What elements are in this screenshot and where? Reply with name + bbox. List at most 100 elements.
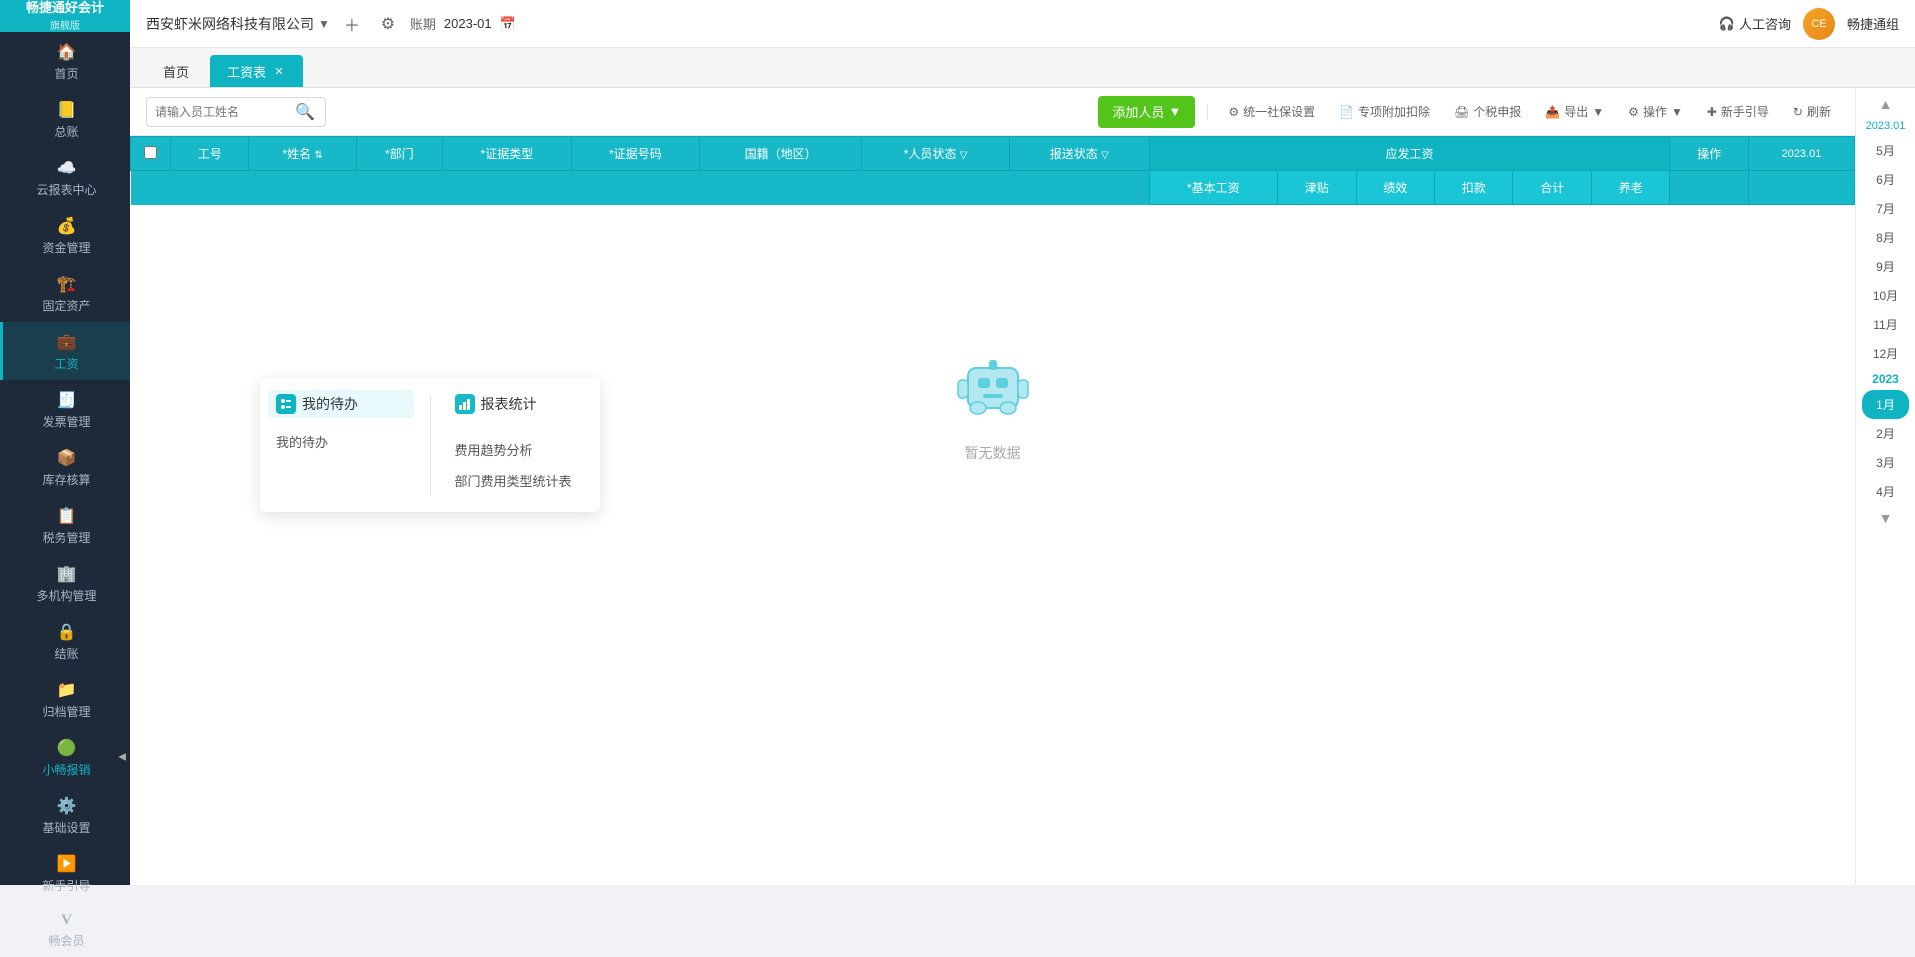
- period-label: 账期: [410, 14, 436, 33]
- account-period: 账期 2023-01 📅: [410, 14, 516, 33]
- select-all-th[interactable]: [131, 137, 171, 171]
- tab-home[interactable]: 首页: [146, 55, 206, 87]
- col-report-status[interactable]: 报送状态 ▽: [1009, 137, 1149, 171]
- sort-icon: ⇅: [314, 150, 322, 161]
- empty-period-th: [1748, 171, 1854, 205]
- month-item-10[interactable]: 10月: [1856, 281, 1915, 310]
- personal-tax-action[interactable]: 🖨 个税申报: [1446, 99, 1529, 124]
- month-item-8[interactable]: 8月: [1856, 223, 1915, 252]
- xiaochang-icon: 🟢: [57, 738, 77, 758]
- export-action[interactable]: 📤 导出 ▼: [1537, 99, 1612, 124]
- company-selector[interactable]: 西安虾米网络科技有限公司 ▼: [146, 14, 330, 34]
- month-item-2[interactable]: 2月: [1856, 419, 1915, 448]
- col-name[interactable]: *姓名 ⇅: [249, 137, 356, 171]
- sidebar-item-closing[interactable]: 🔒 结账: [0, 612, 130, 670]
- sidebar-item-member[interactable]: V 畅会员: [0, 902, 130, 957]
- sidebar-item-guide[interactable]: ▶️ 新手引导: [0, 844, 130, 902]
- sidebar-item-label: 基础设置: [42, 819, 90, 836]
- sidebar-item-multi[interactable]: 🏢 多机构管理: [0, 554, 130, 612]
- month-panel-down-btn[interactable]: ▼: [1874, 506, 1898, 530]
- sidebar-item-salary[interactable]: 💼 工资: [0, 322, 130, 380]
- col-country: 国籍（地区）: [700, 137, 862, 171]
- sidebar-item-cloud[interactable]: ☁️ 云报表中心: [0, 148, 130, 206]
- special-deduction-action[interactable]: 📄 专项附加扣除: [1331, 99, 1438, 124]
- sidebar-item-funds[interactable]: 💰 资金管理: [0, 206, 130, 264]
- sub-col-total: 合计: [1513, 171, 1591, 205]
- sidebar: 畅捷通好会计 旗舰版 🏠 首页 📒 总账 ☁️ 云报表中心 💰 资金管理 🏗️ …: [0, 0, 130, 885]
- popup-stats-header[interactable]: 报表统计: [455, 394, 585, 422]
- sidebar-item-basic[interactable]: ⚙️ 基础设置: [0, 786, 130, 844]
- sidebar-item-inventory[interactable]: 📦 库存核算: [0, 438, 130, 496]
- cloud-icon: ☁️: [57, 158, 77, 178]
- tab-salary-table[interactable]: 工资表 ✕: [210, 55, 303, 87]
- operations-action[interactable]: ⚙ 操作 ▼: [1620, 99, 1691, 124]
- select-all-checkbox[interactable]: [144, 146, 157, 159]
- calendar-icon[interactable]: 📅: [500, 16, 516, 32]
- month-item-5[interactable]: 5月: [1856, 136, 1915, 165]
- month-item-4[interactable]: 4月: [1856, 477, 1915, 506]
- add-people-button[interactable]: 添加人员 ▼: [1098, 96, 1195, 128]
- sidebar-item-label: 新手引导: [42, 877, 90, 894]
- month-item-6[interactable]: 6月: [1856, 165, 1915, 194]
- popup-stats-title: 报表统计: [481, 394, 537, 414]
- company-dropdown-arrow: ▼: [318, 17, 330, 31]
- user-name[interactable]: 畅捷通组: [1847, 14, 1899, 33]
- popup-menu: 我的待办 我的待办 报表统计 费用: [260, 378, 600, 512]
- add-company-button[interactable]: ＋: [338, 10, 366, 38]
- tab-close-icon[interactable]: ✕: [272, 64, 286, 78]
- col-status[interactable]: *人员状态 ▽: [862, 137, 1010, 171]
- social-security-action[interactable]: ⚙ 统一社保设置: [1220, 99, 1323, 124]
- month-item-9[interactable]: 9月: [1856, 252, 1915, 281]
- operations-label: 操作: [1643, 103, 1667, 120]
- popup-todo-item-1[interactable]: 我的待办: [276, 426, 406, 457]
- operations-dropdown-icon: ▼: [1671, 105, 1683, 119]
- refresh-label: 刷新: [1807, 103, 1831, 120]
- member-icon: V: [61, 912, 72, 929]
- sidebar-item-invoice[interactable]: 🧾 发票管理: [0, 380, 130, 438]
- sub-col-deduct: 扣款: [1434, 171, 1512, 205]
- sidebar-item-tax[interactable]: 📋 税务管理: [0, 496, 130, 554]
- settings-icon[interactable]: ⚙: [374, 10, 402, 38]
- month-item-11[interactable]: 11月: [1856, 310, 1915, 339]
- customer-service-button[interactable]: 🎧 人工咨询: [1719, 14, 1791, 33]
- sidebar-item-home[interactable]: 🏠 首页: [0, 32, 130, 90]
- new-guide-action[interactable]: ✚ 新手引导: [1699, 99, 1777, 124]
- filter-icon[interactable]: ▽: [960, 150, 968, 161]
- export-label: 导出: [1564, 103, 1588, 120]
- refresh-action[interactable]: ↻ 刷新: [1785, 99, 1839, 124]
- personal-tax-icon: 🖨: [1454, 105, 1469, 119]
- robot-svg: [953, 348, 1033, 428]
- todo-header-icon: [276, 394, 296, 414]
- search-icon[interactable]: 🔍: [295, 102, 315, 122]
- month-item-7[interactable]: 7月: [1856, 194, 1915, 223]
- month-panel: ▲ 2023.01 5月 6月 7月 8月 9月 10月 11月 12月 202…: [1855, 88, 1915, 885]
- sidebar-item-ledger[interactable]: 📒 总账: [0, 90, 130, 148]
- home-icon: 🏠: [57, 42, 77, 62]
- month-item-1[interactable]: 1月: [1862, 390, 1909, 419]
- month-item-3[interactable]: 3月: [1856, 448, 1915, 477]
- empty-robot-icon: [953, 348, 1033, 431]
- sidebar-item-assets[interactable]: 🏗️ 固定资产: [0, 264, 130, 322]
- empty-spacer-th: [131, 171, 1150, 205]
- assets-icon: 🏗️: [57, 274, 77, 294]
- popup-stats-item-1[interactable]: 费用趋势分析: [455, 434, 585, 465]
- inventory-icon: 📦: [57, 448, 77, 468]
- month-item-12[interactable]: 12月: [1856, 339, 1915, 368]
- sidebar-item-archive[interactable]: 📁 归档管理: [0, 670, 130, 728]
- multi-icon: 🏢: [57, 564, 77, 584]
- month-panel-up-btn[interactable]: ▲: [1874, 92, 1898, 116]
- col-dept: *部门: [356, 137, 443, 171]
- popup-todo-header[interactable]: 我的待办: [268, 390, 414, 418]
- salary-table: 工号 *姓名 ⇅ *部门 *证据类型: [130, 136, 1855, 205]
- search-input[interactable]: [155, 105, 295, 119]
- tab-home-label: 首页: [163, 62, 189, 81]
- closing-icon: 🔒: [57, 622, 77, 642]
- company-name: 西安虾米网络科技有限公司: [146, 14, 314, 34]
- col-id-type: *证据类型: [443, 137, 571, 171]
- filter-icon2[interactable]: ▽: [1101, 150, 1109, 161]
- month-year-label: 2023.01: [1866, 116, 1906, 136]
- sidebar-item-label: 云报表中心: [36, 181, 96, 198]
- search-box[interactable]: 🔍: [146, 97, 326, 127]
- popup-stats-item-2[interactable]: 部门费用类型统计表: [455, 465, 585, 496]
- sidebar-item-xiaochang[interactable]: 🟢 小畅报销 ◀: [0, 728, 130, 786]
